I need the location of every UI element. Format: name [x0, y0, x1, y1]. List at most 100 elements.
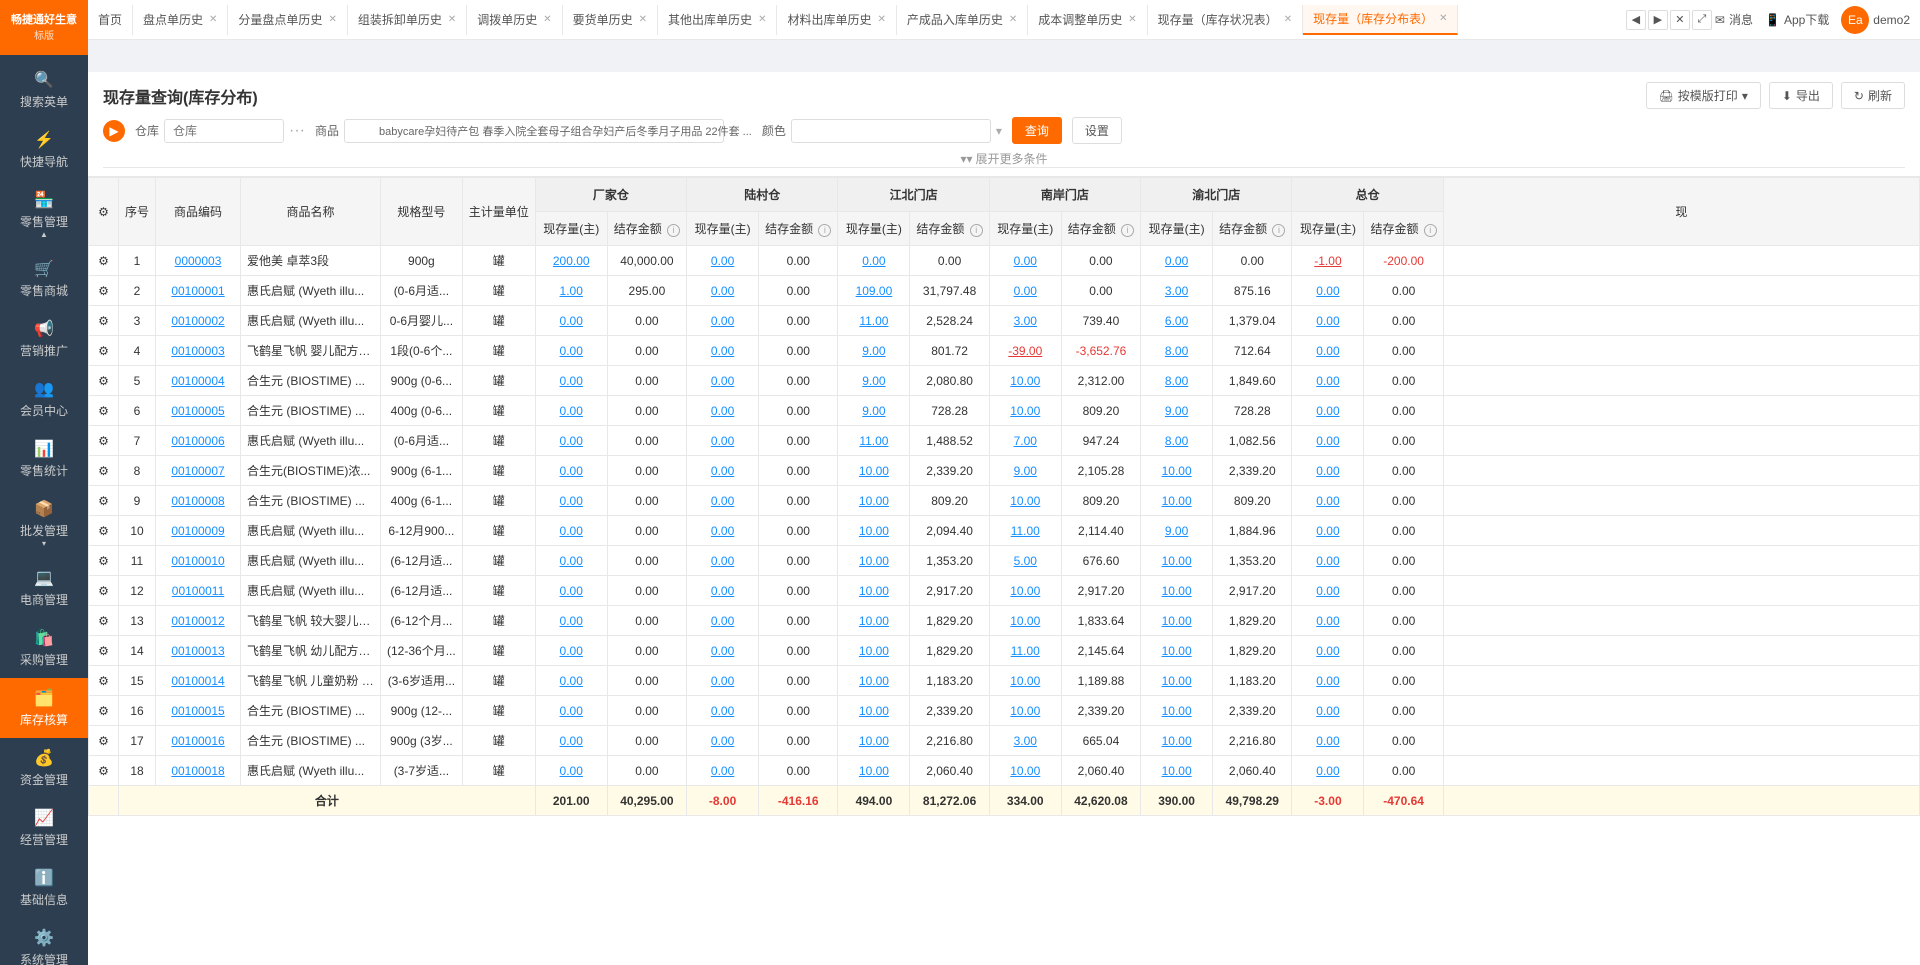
row-name: 飞鹤星飞帆 儿童奶粉 4... [241, 666, 381, 696]
tab-stock-dist[interactable]: 现存量（库存分布表） ✕ [1303, 5, 1458, 35]
tab-other-out-close[interactable]: ✕ [758, 14, 766, 25]
tab-prev-arrow[interactable]: ◀ [1626, 10, 1646, 30]
row-name: 合生元(BIOSTIME)浓... [241, 456, 381, 486]
sidebar-item-system[interactable]: ⚙️ 系统管理 [0, 918, 88, 965]
row-gear[interactable]: ⚙ [89, 726, 119, 756]
sidebar-item-operations[interactable]: 📈 经营管理 [0, 798, 88, 858]
row-gear[interactable]: ⚙ [89, 426, 119, 456]
row-yubei-amt: 1,884.96 [1213, 516, 1292, 546]
tab-close-all[interactable]: ✕ [1670, 10, 1690, 30]
info-icon-3[interactable]: i [970, 224, 983, 237]
tab-other-out[interactable]: 其他出库单历史 ✕ [658, 5, 777, 35]
row-gear[interactable]: ⚙ [89, 606, 119, 636]
product-input[interactable] [344, 119, 724, 143]
app-download-btn[interactable]: 📱 App下载 [1765, 11, 1829, 28]
tab-transfer[interactable]: 调拨单历史 ✕ [467, 5, 562, 35]
row-gear[interactable]: ⚙ [89, 636, 119, 666]
print-button[interactable]: 🖨 按模版打印 ▾ [1646, 82, 1761, 109]
sidebar-item-finance[interactable]: 💰 资金管理 [0, 738, 88, 798]
warehouse-input[interactable] [164, 119, 284, 143]
col-changjiacao-amt-header: 结存金额 i [607, 212, 686, 246]
tab-sub-inventory[interactable]: 分量盘点单历史 ✕ [228, 5, 347, 35]
sidebar-item-marketing[interactable]: 📢 营销推广 [0, 309, 88, 369]
row-lucun-amt: 0.00 [759, 606, 838, 636]
color-dropdown-icon[interactable]: ▾ [996, 124, 1002, 138]
row-lucun-amt: 0.00 [759, 516, 838, 546]
sidebar-item-retail-label: 零售管理 [20, 213, 68, 230]
row-seq: 11 [119, 546, 156, 576]
row-zongcang-qty: 0.00 [1292, 426, 1364, 456]
table-row: ⚙ 10 00100009 惠氏启赋 (Wyeth illu... 6-12月9… [89, 516, 1920, 546]
tab-assembly[interactable]: 组装拆卸单历史 ✕ [348, 5, 467, 35]
row-gear[interactable]: ⚙ [89, 576, 119, 606]
query-button[interactable]: 查询 [1012, 117, 1062, 144]
sidebar-item-shop[interactable]: 🛒 零售商城 [0, 249, 88, 309]
row-gear[interactable]: ⚙ [89, 666, 119, 696]
row-gear[interactable]: ⚙ [89, 486, 119, 516]
row-gear[interactable]: ⚙ [89, 756, 119, 786]
user-avatar-btn[interactable]: Ea demo2 [1841, 6, 1910, 34]
row-gear[interactable]: ⚙ [89, 306, 119, 336]
row-seq: 18 [119, 756, 156, 786]
row-code: 00100018 [156, 756, 241, 786]
row-gear[interactable]: ⚙ [89, 246, 119, 276]
col-gear[interactable]: ⚙ [89, 178, 119, 246]
tab-order-close[interactable]: ✕ [639, 14, 647, 25]
tab-stock-status[interactable]: 现存量（库存状况表） ✕ [1148, 5, 1303, 35]
tab-finished-in[interactable]: 产成品入库单历史 ✕ [897, 5, 1028, 35]
tab-order[interactable]: 要货单历史 ✕ [563, 5, 658, 35]
tab-material-out-close[interactable]: ✕ [877, 14, 885, 25]
tab-other-out-label: 其他出库单历史 [668, 11, 752, 28]
tab-inventory-check[interactable]: 盘点单历史 ✕ [133, 5, 228, 35]
info-icon-6[interactable]: i [1424, 224, 1437, 237]
tab-assembly-close[interactable]: ✕ [448, 14, 456, 25]
tab-inventory-check-close[interactable]: ✕ [209, 14, 217, 25]
info-icon-5[interactable]: i [1272, 224, 1285, 237]
tab-cost-adjust[interactable]: 成本调整单历史 ✕ [1028, 5, 1147, 35]
row-gear[interactable]: ⚙ [89, 276, 119, 306]
sidebar-item-quicknav[interactable]: ⚡ 快捷导航 [0, 120, 88, 180]
settings-button[interactable]: 设置 [1072, 117, 1122, 144]
row-gear[interactable]: ⚙ [89, 366, 119, 396]
refresh-button[interactable]: ↻ 刷新 [1841, 82, 1905, 109]
sidebar-item-retail-stats[interactable]: 📊 零售统计 [0, 429, 88, 489]
tab-cost-adjust-close[interactable]: ✕ [1128, 14, 1136, 25]
toggle-filter-btn[interactable]: ▶ [103, 120, 125, 142]
row-unit: 罐 [462, 426, 535, 456]
row-gear[interactable]: ⚙ [89, 546, 119, 576]
row-gear[interactable]: ⚙ [89, 336, 119, 366]
sidebar-item-search[interactable]: 🔍 搜索英单 [0, 60, 88, 120]
tab-transfer-close[interactable]: ✕ [543, 14, 551, 25]
tab-home[interactable]: 首页 [88, 5, 133, 35]
row-gear[interactable]: ⚙ [89, 456, 119, 486]
info-icon-2[interactable]: i [818, 224, 831, 237]
tab-sub-inventory-close[interactable]: ✕ [328, 14, 336, 25]
sidebar-item-member[interactable]: 👥 会员中心 [0, 369, 88, 429]
tab-fullscreen[interactable]: ⤢ [1692, 10, 1712, 30]
row-gear[interactable]: ⚙ [89, 396, 119, 426]
info-icon-4[interactable]: i [1121, 224, 1134, 237]
sidebar-item-wholesale[interactable]: 📦 批发管理 ▾ [0, 489, 88, 558]
info-icon-1[interactable]: i [667, 224, 680, 237]
sidebar-item-ecommerce[interactable]: 💻 电商管理 [0, 558, 88, 618]
sidebar-item-retail[interactable]: 🏪 零售管理 ▲ [0, 180, 88, 249]
tab-stock-status-close[interactable]: ✕ [1284, 14, 1292, 25]
tab-stock-dist-close[interactable]: ✕ [1439, 13, 1447, 24]
row-lucun-amt: 0.00 [759, 636, 838, 666]
row-gear[interactable]: ⚙ [89, 516, 119, 546]
table-container[interactable]: ⚙ 序号 商品编码 商品名称 规格型号 主计量单位 厂家仓 陆村仓 江北门店 南… [88, 177, 1920, 965]
sidebar-item-inventory[interactable]: 🗂️ 库存核算 [0, 678, 88, 738]
expand-button[interactable]: ▾▾ 展开更多条件 [960, 150, 1047, 167]
row-gear[interactable]: ⚙ [89, 696, 119, 726]
export-button[interactable]: ⬇ 导出 [1769, 82, 1833, 109]
color-input[interactable] [791, 119, 991, 143]
row-jiangbei-amt: 2,339.20 [910, 696, 989, 726]
warehouse-more-btn[interactable]: ··· [289, 122, 305, 140]
tab-material-out[interactable]: 材料出库单历史 ✕ [777, 5, 896, 35]
tab-finished-in-close[interactable]: ✕ [1009, 14, 1017, 25]
table-row: ⚙ 7 00100006 惠氏启赋 (Wyeth illu... (0-6月适.… [89, 426, 1920, 456]
sidebar-item-basic-info[interactable]: ℹ️ 基础信息 [0, 858, 88, 918]
tab-next-arrow[interactable]: ▶ [1648, 10, 1668, 30]
sidebar-item-purchase[interactable]: 🛍️ 采购管理 [0, 618, 88, 678]
message-btn[interactable]: ✉ 消息 [1715, 11, 1753, 28]
